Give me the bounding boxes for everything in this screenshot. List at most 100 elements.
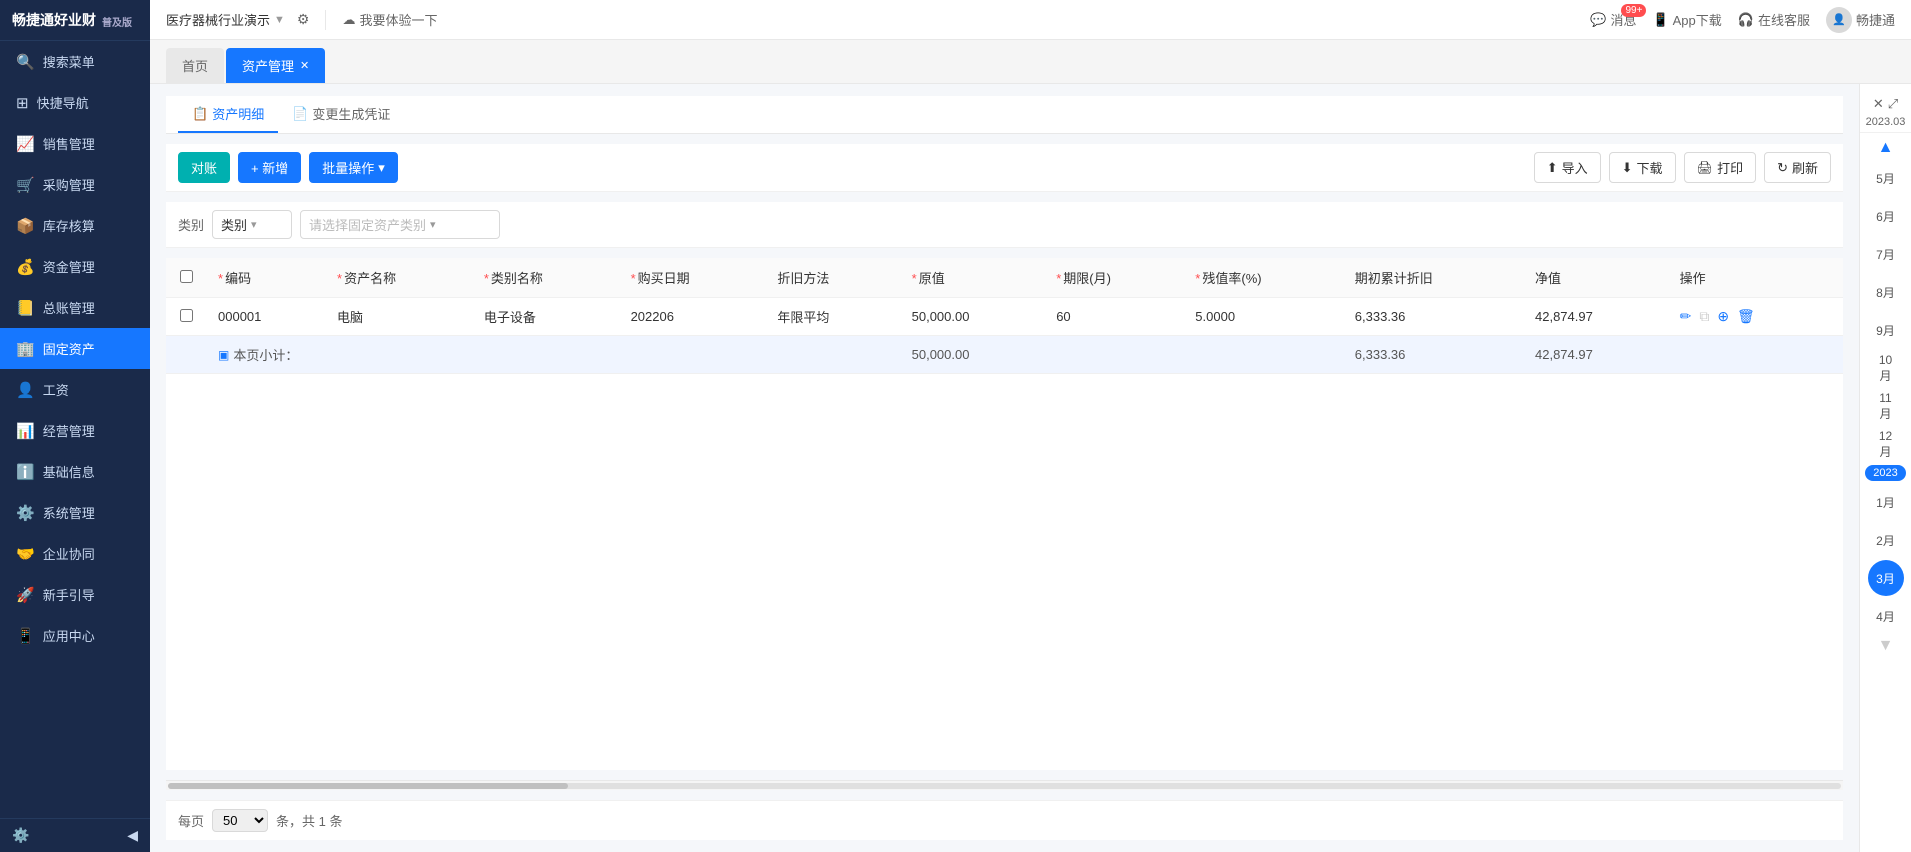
- cell-name: 电脑: [325, 298, 472, 336]
- timeline-month-mar[interactable]: 3月: [1868, 560, 1904, 596]
- sidebar-item-inventory[interactable]: 📦 库存核算: [0, 205, 150, 246]
- timeline-month-nov[interactable]: 11月: [1868, 388, 1904, 424]
- collapse-icon[interactable]: ◀: [127, 827, 138, 844]
- sidebar-item-label: 新手引导: [43, 585, 95, 604]
- panel-expand-icon[interactable]: ⤢: [1888, 96, 1898, 112]
- message-btn[interactable]: 💬 消息 99+: [1590, 10, 1636, 29]
- new-label: + 新增: [251, 158, 288, 177]
- new-button[interactable]: + 新增: [238, 152, 301, 183]
- timeline-month-dec[interactable]: 12月: [1868, 426, 1904, 462]
- app-download-btn[interactable]: 📱 App下载: [1652, 10, 1721, 29]
- right-panel: ✕ ⤢ 2023.03 ▲ 5月 6月 7月 8月 9月 10月 11月 12月: [1859, 84, 1911, 852]
- toolbar-right: ⬆ 导入 ⬇ 下载 🖨 打印 ↻ 刷新: [1534, 152, 1831, 183]
- horizontal-scrollbar[interactable]: [166, 780, 1843, 790]
- row-checkbox-cell[interactable]: [166, 298, 206, 336]
- timeline-month-jun[interactable]: 6月: [1868, 198, 1904, 234]
- subtab-bar: 📋 资产明细 📄 变更生成凭证: [166, 96, 1843, 134]
- sidebar-item-base-info[interactable]: ℹ️ 基础信息: [0, 451, 150, 492]
- duplicate-icon[interactable]: ⊕: [1717, 308, 1729, 325]
- row-checkbox[interactable]: [180, 309, 193, 322]
- divider: [325, 10, 326, 30]
- subtotal-label-cell: ▣ 本页小计：: [206, 336, 900, 374]
- timeline-month-apr[interactable]: 4月: [1868, 598, 1904, 634]
- table-row: 000001 电脑 电子设备 202206 年限平均 50,000.00 60 …: [166, 298, 1843, 336]
- inventory-icon: 📦: [16, 217, 35, 235]
- batch-button[interactable]: 批量操作 ▾: [309, 152, 398, 183]
- print-button[interactable]: 🖨 打印: [1684, 152, 1757, 183]
- service-label: 在线客服: [1758, 10, 1810, 29]
- sidebar-item-system[interactable]: ⚙️ 系统管理: [0, 492, 150, 533]
- experience-link[interactable]: ☁ 我要体验一下: [342, 10, 437, 29]
- settings-icon[interactable]: ⚙️: [12, 827, 29, 844]
- sidebar-item-purchase[interactable]: 🛒 采购管理: [0, 164, 150, 205]
- subtab-change-voucher[interactable]: 📄 变更生成凭证: [278, 96, 404, 133]
- user-profile[interactable]: 👤 畅捷通: [1826, 7, 1895, 33]
- sidebar-item-ledger[interactable]: 📒 总账管理: [0, 287, 150, 328]
- delete-icon[interactable]: 🗑: [1737, 308, 1755, 325]
- timeline-month-oct[interactable]: 10月: [1868, 350, 1904, 386]
- category-placeholder: 请选择固定资产类别: [309, 215, 426, 234]
- cell-net-value: 42,874.97: [1523, 298, 1668, 336]
- online-service-btn[interactable]: 🎧 在线客服: [1738, 10, 1810, 29]
- company-name: 医疗器械行业演示: [166, 10, 270, 29]
- page-size-select[interactable]: 50 10 20 100: [212, 809, 268, 832]
- reconcile-button[interactable]: 对账: [178, 152, 230, 183]
- sidebar-item-search[interactable]: 🔍 搜索菜单: [0, 41, 150, 82]
- sidebar-item-guide[interactable]: 🚀 新手引导: [0, 574, 150, 615]
- sidebar-item-quick-nav[interactable]: ⊞ 快捷导航: [0, 82, 150, 123]
- col-purchase-date: *购买日期: [619, 258, 766, 298]
- category-chevron-icon: ▾: [430, 218, 436, 231]
- timeline-up-icon[interactable]: ▲: [1876, 137, 1896, 159]
- chevron-down-icon: ▼: [274, 14, 285, 26]
- sidebar-item-payroll[interactable]: 👤 工资: [0, 369, 150, 410]
- subtotal-empty-3: [1183, 336, 1342, 374]
- avatar: 👤: [1826, 7, 1852, 33]
- scroll-thumb[interactable]: [168, 783, 568, 789]
- subtab-asset-detail[interactable]: 📋 资产明细: [178, 96, 278, 133]
- col-category: *类别名称: [472, 258, 619, 298]
- timeline-month-sep[interactable]: 9月: [1868, 312, 1904, 348]
- company-selector[interactable]: 医疗器械行业演示 ▼: [166, 10, 285, 29]
- select-all-checkbox[interactable]: [180, 270, 193, 283]
- service-icon: 🎧: [1738, 12, 1754, 28]
- payroll-icon: 👤: [16, 381, 35, 399]
- timeline-month-jan[interactable]: 1月: [1868, 484, 1904, 520]
- timeline-month-feb[interactable]: 2月: [1868, 522, 1904, 558]
- timeline-month-jul[interactable]: 7月: [1868, 236, 1904, 272]
- sidebar-item-label: 系统管理: [43, 503, 95, 522]
- cloud-icon: ☁: [342, 12, 355, 28]
- import-button[interactable]: ⬆ 导入: [1534, 152, 1601, 183]
- sidebar-item-operations[interactable]: 📊 经营管理: [0, 410, 150, 451]
- timeline-month-aug[interactable]: 8月: [1868, 274, 1904, 310]
- category-select[interactable]: 请选择固定资产类别 ▾: [300, 210, 500, 239]
- sidebar-item-app-center[interactable]: 📱 应用中心: [0, 615, 150, 656]
- company-settings-icon[interactable]: ⚙: [297, 11, 310, 28]
- tab-asset-management[interactable]: 资产管理 ✕: [226, 48, 325, 83]
- sidebar-item-sales[interactable]: 📈 销售管理: [0, 123, 150, 164]
- subtotal-accumulated: 6,333.36: [1343, 336, 1523, 374]
- sidebar-bottom: ⚙️ ◀: [0, 818, 150, 852]
- category-type-select[interactable]: 类别 ▾: [212, 210, 292, 239]
- subtotal-original-value: 50,000.00: [900, 336, 1045, 374]
- refresh-button[interactable]: ↻ 刷新: [1764, 152, 1831, 183]
- sidebar-item-fixed-assets[interactable]: 🏢 固定资产: [0, 328, 150, 369]
- sidebar-item-label: 资金管理: [43, 257, 95, 276]
- download-button[interactable]: ⬇ 下载: [1609, 152, 1676, 183]
- col-net-value: 净值: [1523, 258, 1668, 298]
- sidebar-item-enterprise[interactable]: 🤝 企业协同: [0, 533, 150, 574]
- timeline-month-may[interactable]: 5月: [1868, 160, 1904, 196]
- timeline-down-icon[interactable]: ▼: [1876, 635, 1896, 657]
- panel-close-icon[interactable]: ✕: [1873, 96, 1884, 112]
- sidebar-item-label: 销售管理: [43, 134, 95, 153]
- tab-close-icon[interactable]: ✕: [300, 59, 309, 72]
- col-depreciation-method: 折旧方法: [765, 258, 899, 298]
- edit-icon[interactable]: ✏: [1680, 308, 1692, 325]
- tab-home[interactable]: 首页: [166, 48, 224, 83]
- sidebar-item-funds[interactable]: 💰 资金管理: [0, 246, 150, 287]
- subtotal-label: 本页小计：: [233, 345, 298, 364]
- copy-icon[interactable]: ⧉: [1699, 308, 1709, 325]
- category-type-value: 类别: [221, 215, 247, 234]
- select-all-col[interactable]: [166, 258, 206, 298]
- cell-residual-rate: 5.0000: [1183, 298, 1342, 336]
- cell-depreciation-method: 年限平均: [765, 298, 899, 336]
